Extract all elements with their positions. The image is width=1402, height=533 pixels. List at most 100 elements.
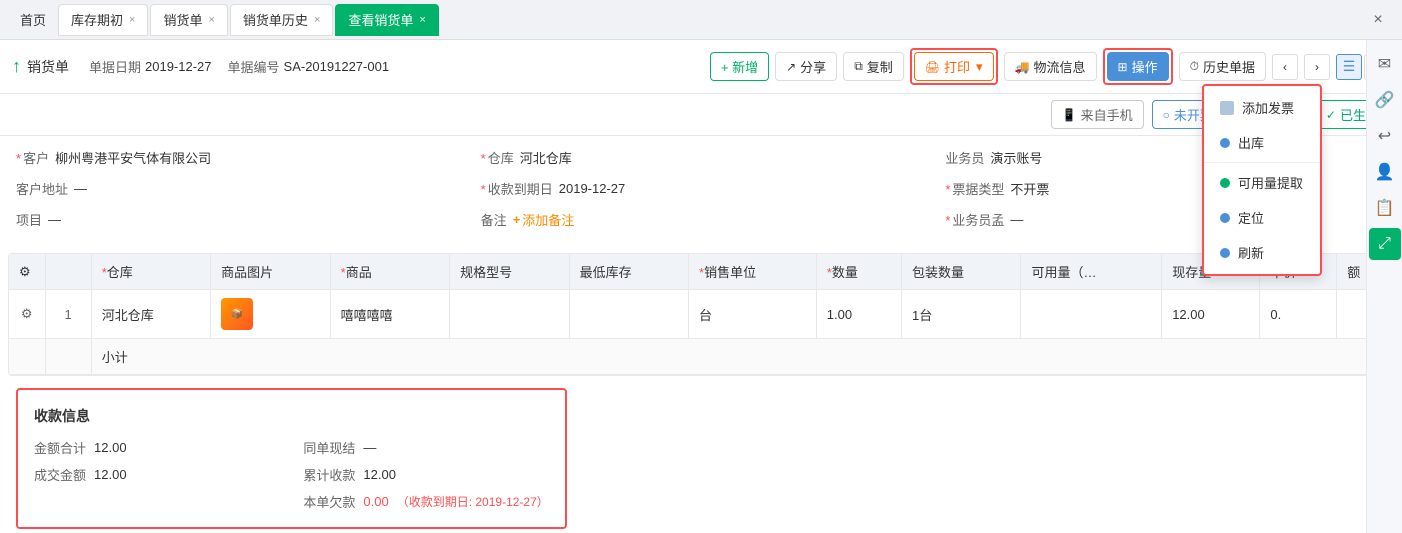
amount-total-label: 金额合计 — [34, 438, 86, 457]
new-button[interactable]: + 新增 — [710, 52, 769, 81]
share-button[interactable]: ↗ 分享 — [775, 52, 837, 81]
tab-sales-label: 销货单 — [163, 10, 202, 29]
document-toolbar: ↑ 销货单 单据日期 2019-12-27 单据编号 SA-20191227-0… — [0, 40, 1402, 94]
td-pack-qty: 1台 — [901, 290, 1020, 339]
sidebar-link-icon[interactable]: 🔗 — [1369, 84, 1401, 116]
bottom-section: 收款信息 金额合计 12.00 同单现结 — 成交金额 12.00 — [0, 376, 1402, 533]
tab-inventory[interactable]: 库存期初 × — [58, 4, 148, 36]
tab-sales-history-label: 销货单历史 — [243, 10, 308, 29]
tab-inventory-label: 库存期初 — [71, 10, 123, 29]
dropdown-separator — [1204, 162, 1320, 163]
td-min-stock — [569, 290, 688, 339]
copy-button[interactable]: ⧉ 复制 — [843, 52, 904, 81]
th-pack-qty: 包装数量 — [901, 254, 1020, 290]
td-warehouse: 河北仓库 — [91, 290, 210, 339]
payment-date-value: 2019-12-27 — [559, 181, 626, 196]
print-button[interactable]: 🖨 打印 ▾ — [914, 52, 994, 81]
product-table: ⚙ *仓库 商品图片 *商品 规格型号 最低库存 *销售单位 *数量 包装数量 … — [9, 254, 1393, 375]
outbound-label: 出库 — [1238, 133, 1264, 152]
locate-icon — [1220, 213, 1230, 223]
salesperson-value: 演示账号 — [990, 148, 1042, 167]
logistics-button[interactable]: 🚚 物流信息 — [1004, 52, 1097, 81]
window-close-button[interactable]: × — [1362, 4, 1394, 36]
remark-label: 备注 — [481, 210, 507, 229]
payment-title: 收款信息 — [34, 406, 549, 426]
history-button[interactable]: ⏱ 历史单据 — [1179, 52, 1266, 81]
tab-view-sales[interactable]: 查看销货单 × — [335, 4, 438, 36]
warehouse-label: 仓库 — [481, 148, 514, 167]
sidebar-user-icon[interactable]: 👤 — [1369, 156, 1401, 188]
refresh-icon — [1220, 248, 1230, 258]
toolbar-actions: + 新增 ↗ 分享 ⧉ 复制 🖨 打印 ▾ — [710, 48, 1390, 85]
product-table-container: ⚙ *仓库 商品图片 *商品 规格型号 最低库存 *销售单位 *数量 包装数量 … — [8, 253, 1394, 376]
sidebar-expand-icon[interactable]: ⤢ — [1369, 228, 1401, 260]
tab-home-label: 首页 — [20, 10, 46, 29]
salesperson2-value: — — [1010, 212, 1023, 227]
tab-view-sales-close[interactable]: × — [419, 14, 425, 26]
add-remark-button[interactable]: 添加备注 — [513, 210, 575, 229]
form-row-3: 项目 — 备注 添加备注 业务员孟 — — [16, 210, 1386, 229]
mobile-status-btn[interactable]: 📱 来自手机 — [1051, 100, 1144, 129]
locate-label: 定位 — [1238, 208, 1264, 227]
settlement-value: — — [363, 440, 376, 455]
available-qty-label: 可用量提取 — [1238, 173, 1303, 192]
tab-home[interactable]: 首页 — [8, 4, 58, 36]
share-icon: ↗ — [786, 60, 796, 74]
customer-field: 客户 柳州粤港平安气体有限公司 — [16, 148, 457, 167]
list-view-button[interactable]: ☰ — [1336, 54, 1362, 80]
th-quantity: *数量 — [816, 254, 901, 290]
locate-item[interactable]: 定位 — [1204, 200, 1320, 235]
tab-sales-history-close[interactable]: × — [314, 14, 320, 26]
project-value: — — [48, 212, 61, 227]
sidebar-mail-icon[interactable]: ✉ — [1369, 48, 1401, 80]
refresh-label: 刷新 — [1238, 243, 1264, 262]
print-icon: 🖨 — [925, 60, 940, 74]
td-settings[interactable]: ⚙ — [9, 290, 45, 339]
transaction-label: 成交金额 — [34, 465, 86, 484]
td-subtotal-label: 小计 — [91, 339, 1392, 375]
tab-sales-close[interactable]: × — [208, 14, 214, 26]
cumulative-label: 累计收款 — [303, 465, 355, 484]
payment-info-box: 收款信息 金额合计 12.00 同单现结 — 成交金额 12.00 — [16, 388, 567, 529]
document-meta: 单据日期 2019-12-27 单据编号 SA-20191227-001 — [89, 57, 389, 76]
address-value: — — [74, 181, 87, 196]
outbound-item[interactable]: 出库 — [1204, 125, 1320, 160]
refresh-item[interactable]: 刷新 — [1204, 235, 1320, 270]
td-available — [1021, 290, 1162, 339]
td-stock: 12.00 — [1162, 290, 1260, 339]
print-button-wrapper: 🖨 打印 ▾ — [910, 48, 998, 85]
tab-inventory-close[interactable]: × — [129, 14, 135, 26]
tab-bar: 首页 库存期初 × 销货单 × 销货单历史 × 查看销货单 × × — [0, 0, 1402, 40]
logistics-icon: 🚚 — [1015, 60, 1030, 74]
amount-total-value: 12.00 — [94, 440, 127, 455]
cumulative-value: 12.00 — [363, 467, 396, 482]
outbound-icon — [1220, 138, 1230, 148]
th-warehouse: *仓库 — [91, 254, 210, 290]
sidebar-return-icon[interactable]: ↩ — [1369, 120, 1401, 152]
ticket-icon: ○ — [1163, 108, 1170, 122]
arrears-label: 本单欠款 — [303, 492, 355, 511]
number-field: 单据编号 SA-20191227-001 — [228, 57, 390, 76]
next-button[interactable]: › — [1304, 54, 1330, 80]
sidebar-clipboard-icon[interactable]: 📋 — [1369, 192, 1401, 224]
add-invoice-label: 添加发票 — [1242, 98, 1294, 117]
mobile-icon: 📱 — [1062, 108, 1077, 122]
tab-sales[interactable]: 销货单 × — [150, 4, 227, 36]
tab-sales-history[interactable]: 销货单历史 × — [230, 4, 333, 36]
print-dropdown-arrow[interactable]: ▾ — [976, 59, 983, 75]
document-title: ↑ 销货单 — [12, 56, 69, 77]
add-invoice-item[interactable]: 添加发票 — [1204, 90, 1320, 125]
date-field: 单据日期 2019-12-27 — [89, 57, 212, 76]
available-qty-item[interactable]: 可用量提取 — [1204, 165, 1320, 200]
sales-order-icon: ↑ — [12, 56, 21, 77]
operate-button[interactable]: ⊞ 操作 — [1107, 52, 1169, 81]
payment-date-field: 收款到期日 2019-12-27 — [481, 179, 922, 198]
td-unit: 台 — [689, 290, 817, 339]
td-subtotal-num — [45, 339, 91, 375]
td-spec — [450, 290, 569, 339]
right-sidebar: ✉ 🔗 ↩ 👤 📋 ⤢ — [1366, 40, 1402, 533]
td-quantity: 1.00 — [816, 290, 901, 339]
operate-icon: ⊞ — [1118, 60, 1128, 74]
prev-button[interactable]: ‹ — [1272, 54, 1298, 80]
th-settings[interactable]: ⚙ — [9, 254, 45, 290]
